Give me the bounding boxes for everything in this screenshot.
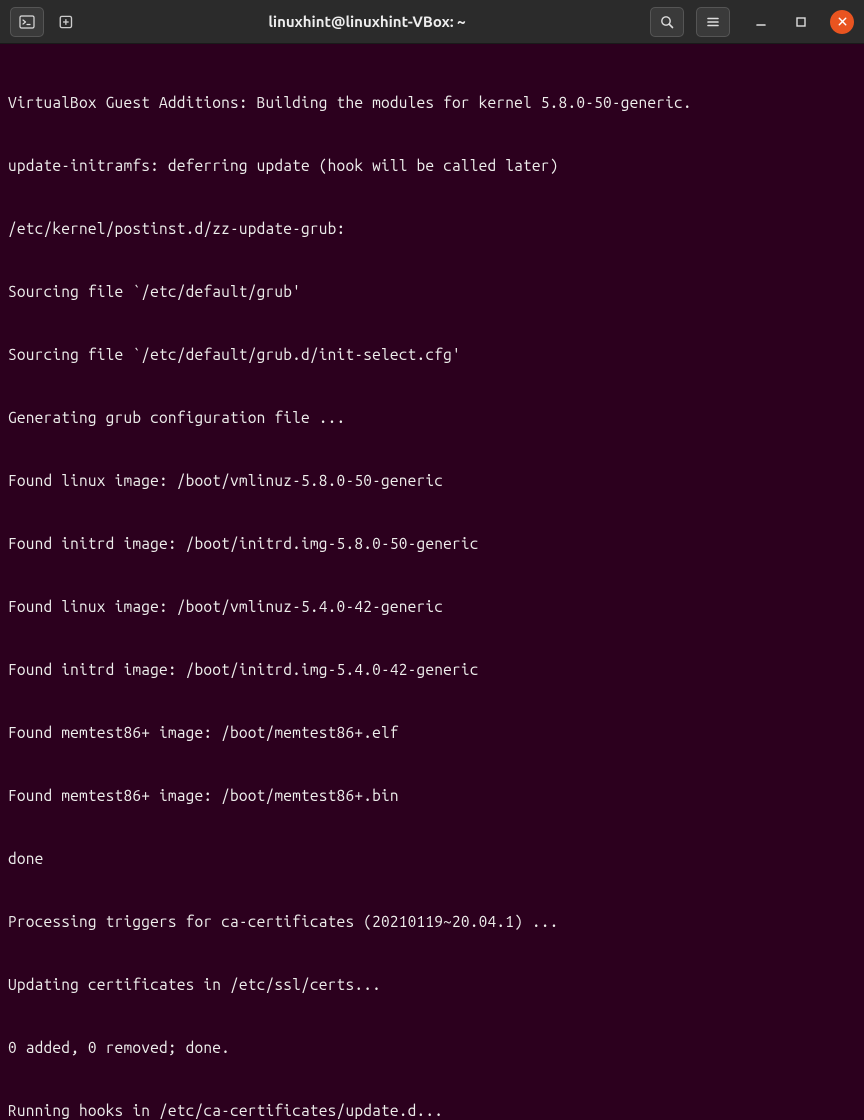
search-button[interactable] bbox=[650, 7, 684, 37]
minimize-icon bbox=[755, 16, 767, 28]
output-line: Sourcing file `/etc/default/grub' bbox=[8, 281, 856, 302]
output-line: Sourcing file `/etc/default/grub.d/init-… bbox=[8, 344, 856, 365]
output-line: Found linux image: /boot/vmlinuz-5.8.0-5… bbox=[8, 470, 856, 491]
plus-icon bbox=[58, 13, 76, 31]
minimize-button[interactable] bbox=[750, 11, 772, 33]
output-line: Generating grub configuration file ... bbox=[8, 407, 856, 428]
output-line: Found initrd image: /boot/initrd.img-5.4… bbox=[8, 659, 856, 680]
close-icon bbox=[837, 16, 848, 27]
output-line: update-initramfs: deferring update (hook… bbox=[8, 155, 856, 176]
hamburger-icon bbox=[705, 14, 721, 30]
maximize-icon bbox=[795, 16, 807, 28]
window-controls bbox=[750, 10, 854, 34]
close-button[interactable] bbox=[830, 10, 854, 34]
output-line: VirtualBox Guest Additions: Building the… bbox=[8, 92, 856, 113]
output-line: done bbox=[8, 848, 856, 869]
terminal-icon bbox=[19, 14, 35, 30]
titlebar-right bbox=[650, 7, 854, 37]
terminal-output[interactable]: VirtualBox Guest Additions: Building the… bbox=[0, 44, 864, 1120]
output-line: 0 added, 0 removed; done. bbox=[8, 1037, 856, 1058]
new-terminal-button[interactable] bbox=[10, 7, 44, 37]
maximize-button[interactable] bbox=[790, 11, 812, 33]
output-line: Found memtest86+ image: /boot/memtest86+… bbox=[8, 722, 856, 743]
window-title: linuxhint@linuxhint-VBox: ~ bbox=[84, 13, 650, 30]
output-line: Found linux image: /boot/vmlinuz-5.4.0-4… bbox=[8, 596, 856, 617]
menu-button[interactable] bbox=[696, 7, 730, 37]
output-line: Found memtest86+ image: /boot/memtest86+… bbox=[8, 785, 856, 806]
titlebar-left bbox=[10, 7, 84, 37]
output-line: Processing triggers for ca-certificates … bbox=[8, 911, 856, 932]
titlebar: linuxhint@linuxhint-VBox: ~ bbox=[0, 0, 864, 44]
output-line: Updating certificates in /etc/ssl/certs.… bbox=[8, 974, 856, 995]
output-line: Found initrd image: /boot/initrd.img-5.8… bbox=[8, 533, 856, 554]
output-line: Running hooks in /etc/ca-certificates/up… bbox=[8, 1100, 856, 1120]
output-line: /etc/kernel/postinst.d/zz-update-grub: bbox=[8, 218, 856, 239]
search-icon bbox=[659, 14, 675, 30]
new-tab-button[interactable] bbox=[50, 7, 84, 37]
